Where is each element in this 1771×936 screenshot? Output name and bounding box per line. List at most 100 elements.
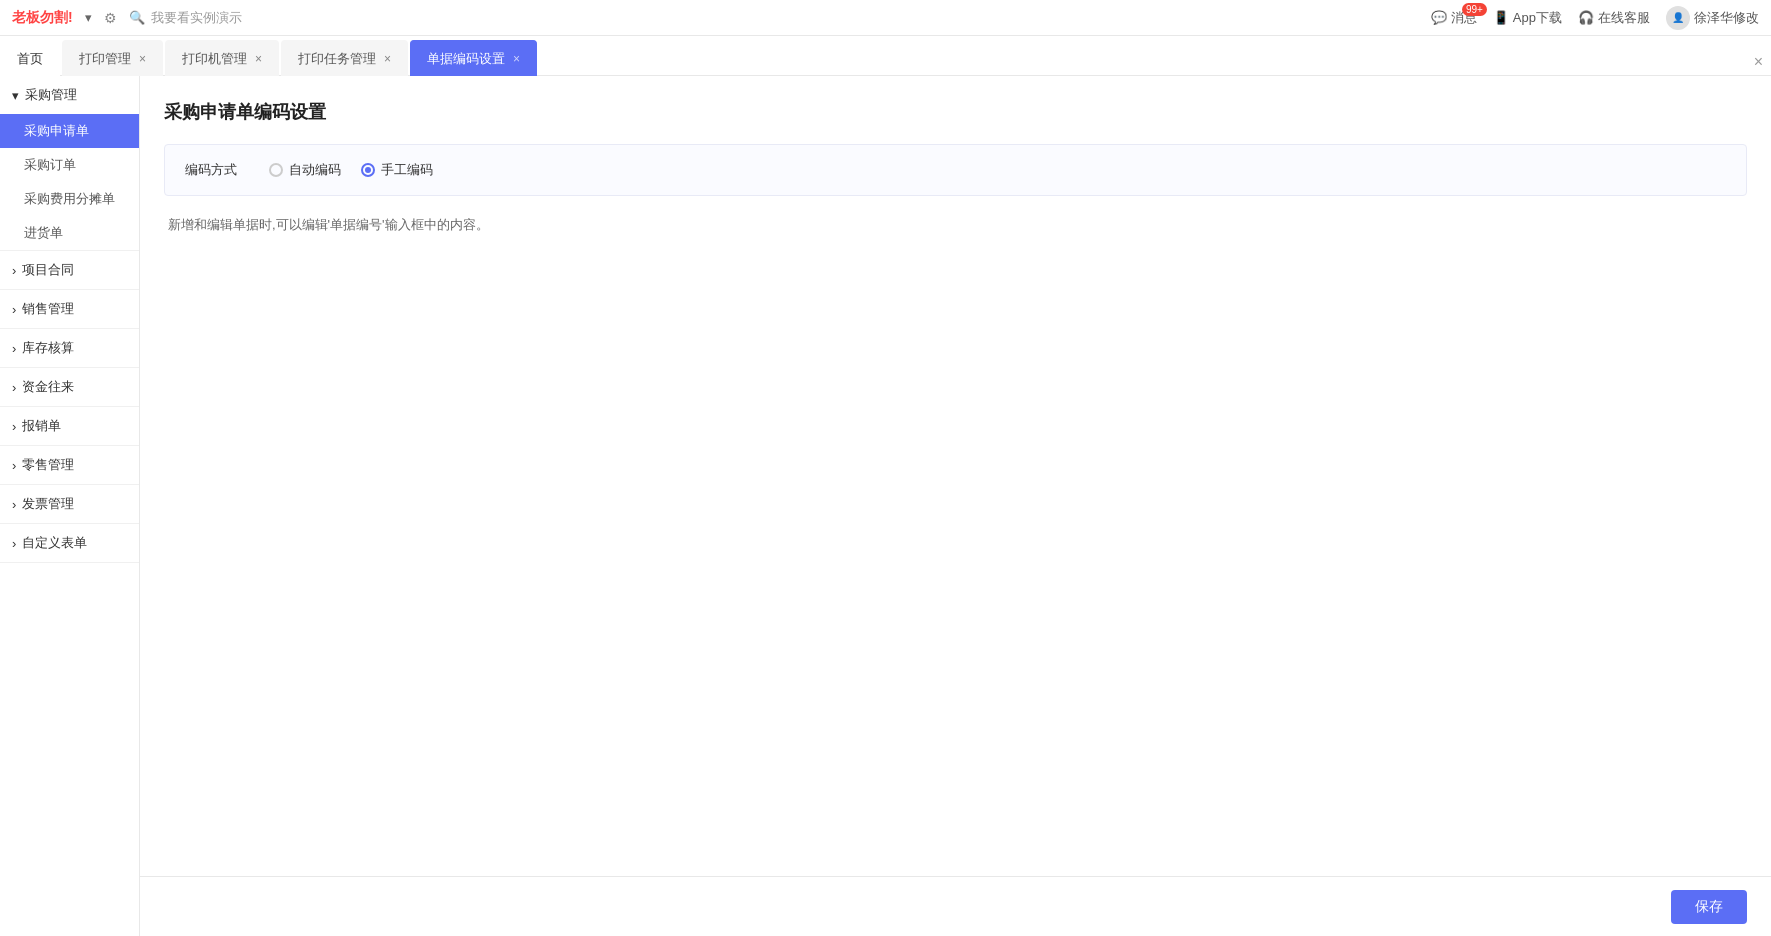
sidebar-group-returns: › 报销单 bbox=[0, 407, 139, 446]
radio-manual-circle bbox=[361, 163, 375, 177]
radio-auto-label: 自动编码 bbox=[289, 161, 341, 179]
radio-auto-circle bbox=[269, 163, 283, 177]
arrow-right-icon-inventory: › bbox=[12, 341, 16, 356]
sidebar-group-custom-form-title[interactable]: › 自定义表单 bbox=[0, 524, 139, 562]
search-hint[interactable]: 🔍 我要看实例演示 bbox=[129, 9, 242, 27]
message-badge: 99+ bbox=[1462, 3, 1487, 16]
message-button[interactable]: 💬 消息 99+ bbox=[1431, 9, 1477, 27]
sidebar-group-invoice: › 发票管理 bbox=[0, 485, 139, 524]
dropdown-toggle[interactable]: ▾ bbox=[85, 10, 92, 25]
sidebar-group-project: › 项目合同 bbox=[0, 251, 139, 290]
sidebar-group-invoice-title[interactable]: › 发票管理 bbox=[0, 485, 139, 523]
main-layout: ▾ 采购管理 采购申请单 采购订单 采购费用分摊单 进货单 › 项目合同 bbox=[0, 76, 1771, 936]
tab-close-print-task[interactable]: × bbox=[384, 52, 391, 66]
sidebar-group-sales: › 销售管理 bbox=[0, 290, 139, 329]
arrow-down-icon: ▾ bbox=[12, 88, 19, 103]
sidebar-group-custom-form-label: 自定义表单 bbox=[22, 534, 87, 552]
message-icon: 💬 bbox=[1431, 10, 1447, 25]
username: 徐泽华修改 bbox=[1694, 9, 1759, 27]
top-bar-left: 老板勿割! ▾ ⚙ 🔍 我要看实例演示 bbox=[12, 9, 242, 27]
search-text: 我要看实例演示 bbox=[151, 9, 242, 27]
sidebar-group-inventory: › 库存核算 bbox=[0, 329, 139, 368]
tab-printer-mgmt[interactable]: 打印机管理 × bbox=[165, 40, 279, 76]
app-download-button[interactable]: 📱 App下载 bbox=[1493, 9, 1562, 27]
radio-manual-label: 手工编码 bbox=[381, 161, 433, 179]
sidebar-group-returns-label: 报销单 bbox=[22, 417, 61, 435]
arrow-right-icon-capital: › bbox=[12, 380, 16, 395]
radio-group: 自动编码 手工编码 bbox=[269, 161, 433, 179]
content-footer: 保存 bbox=[140, 876, 1771, 936]
sidebar-group-retail-title[interactable]: › 零售管理 bbox=[0, 446, 139, 484]
encode-section: 编码方式 自动编码 手工编码 bbox=[164, 144, 1747, 196]
sidebar-group-sales-title[interactable]: › 销售管理 bbox=[0, 290, 139, 328]
sidebar-group-retail-label: 零售管理 bbox=[22, 456, 74, 474]
sidebar-group-project-title[interactable]: › 项目合同 bbox=[0, 251, 139, 289]
sidebar-item-purchase-request[interactable]: 采购申请单 bbox=[0, 114, 139, 148]
app-download-icon: 📱 bbox=[1493, 10, 1509, 25]
sidebar-item-purchase-order-label: 采购订单 bbox=[24, 157, 76, 172]
tab-close-single-code[interactable]: × bbox=[513, 52, 520, 66]
encode-label: 编码方式 bbox=[185, 161, 245, 179]
sidebar-item-incoming-label: 进货单 bbox=[24, 225, 63, 240]
page-title: 采购申请单编码设置 bbox=[164, 100, 1747, 124]
sidebar-group-capital: › 资金往来 bbox=[0, 368, 139, 407]
sidebar-group-returns-title[interactable]: › 报销单 bbox=[0, 407, 139, 445]
arrow-right-icon-sales: › bbox=[12, 302, 16, 317]
radio-auto[interactable]: 自动编码 bbox=[269, 161, 341, 179]
tab-home[interactable]: 首页 bbox=[0, 40, 60, 76]
arrow-right-icon-returns: › bbox=[12, 419, 16, 434]
sidebar-group-capital-title[interactable]: › 资金往来 bbox=[0, 368, 139, 406]
sidebar-group-sales-label: 销售管理 bbox=[22, 300, 74, 318]
tab-bar: 首页 打印管理 × 打印机管理 × 打印任务管理 × 单据编码设置 × × bbox=[0, 36, 1771, 76]
search-icon: 🔍 bbox=[129, 10, 145, 25]
arrow-right-icon-retail: › bbox=[12, 458, 16, 473]
sidebar-group-purchase: ▾ 采购管理 采购申请单 采购订单 采购费用分摊单 进货单 bbox=[0, 76, 139, 251]
tab-printer-mgmt-label: 打印机管理 bbox=[182, 50, 247, 68]
sidebar-group-purchase-title[interactable]: ▾ 采购管理 bbox=[0, 76, 139, 114]
arrow-right-icon-custom-form: › bbox=[12, 536, 16, 551]
tab-print-task-label: 打印任务管理 bbox=[298, 50, 376, 68]
sidebar-group-inventory-title[interactable]: › 库存核算 bbox=[0, 329, 139, 367]
tab-print-mgmt[interactable]: 打印管理 × bbox=[62, 40, 163, 76]
sidebar-group-project-label: 项目合同 bbox=[22, 261, 74, 279]
sidebar-group-purchase-label: 采购管理 bbox=[25, 86, 77, 104]
tab-close-print-mgmt[interactable]: × bbox=[139, 52, 146, 66]
tab-close-printer-mgmt[interactable]: × bbox=[255, 52, 262, 66]
hint-text: 新增和编辑单据时,可以编辑'单据编号'输入框中的内容。 bbox=[164, 216, 1747, 234]
sidebar-group-capital-label: 资金往来 bbox=[22, 378, 74, 396]
top-bar: 老板勿割! ▾ ⚙ 🔍 我要看实例演示 💬 消息 99+ 📱 App下载 🎧 在… bbox=[0, 0, 1771, 36]
sidebar-item-purchase-request-label: 采购申请单 bbox=[24, 123, 89, 138]
tab-home-label: 首页 bbox=[17, 50, 43, 68]
online-service-label: 在线客服 bbox=[1598, 9, 1650, 27]
sidebar-group-invoice-label: 发票管理 bbox=[22, 495, 74, 513]
user-profile[interactable]: 👤 徐泽华修改 bbox=[1666, 6, 1759, 30]
tab-print-mgmt-label: 打印管理 bbox=[79, 50, 131, 68]
sidebar-item-purchase-order[interactable]: 采购订单 bbox=[0, 148, 139, 182]
sidebar-item-purchase-expense-label: 采购费用分摊单 bbox=[24, 191, 115, 206]
sidebar-item-purchase-expense[interactable]: 采购费用分摊单 bbox=[0, 182, 139, 216]
encode-row: 编码方式 自动编码 手工编码 bbox=[185, 161, 1726, 179]
radio-manual[interactable]: 手工编码 bbox=[361, 161, 433, 179]
content-inner: 采购申请单编码设置 编码方式 自动编码 手工编码 bbox=[140, 76, 1771, 876]
settings-icon[interactable]: ⚙ bbox=[104, 10, 117, 26]
sidebar-group-custom-form: › 自定义表单 bbox=[0, 524, 139, 563]
tab-single-code[interactable]: 单据编码设置 × bbox=[410, 40, 537, 76]
content-area: 采购申请单编码设置 编码方式 自动编码 手工编码 bbox=[140, 76, 1771, 936]
arrow-right-icon-project: › bbox=[12, 263, 16, 278]
sidebar-group-retail: › 零售管理 bbox=[0, 446, 139, 485]
app-logo: 老板勿割! bbox=[12, 9, 73, 27]
top-bar-right: 💬 消息 99+ 📱 App下载 🎧 在线客服 👤 徐泽华修改 bbox=[1431, 6, 1759, 30]
page-close-button[interactable]: × bbox=[1746, 49, 1771, 75]
app-download-label: App下载 bbox=[1513, 9, 1562, 27]
headset-icon: 🎧 bbox=[1578, 10, 1594, 25]
sidebar-item-incoming[interactable]: 进货单 bbox=[0, 216, 139, 250]
sidebar-group-inventory-label: 库存核算 bbox=[22, 339, 74, 357]
arrow-right-icon-invoice: › bbox=[12, 497, 16, 512]
dropdown-arrow-icon: ▾ bbox=[85, 10, 92, 25]
avatar: 👤 bbox=[1666, 6, 1690, 30]
tab-print-task[interactable]: 打印任务管理 × bbox=[281, 40, 408, 76]
tab-single-code-label: 单据编码设置 bbox=[427, 50, 505, 68]
online-service-button[interactable]: 🎧 在线客服 bbox=[1578, 9, 1650, 27]
save-button[interactable]: 保存 bbox=[1671, 890, 1747, 924]
sidebar: ▾ 采购管理 采购申请单 采购订单 采购费用分摊单 进货单 › 项目合同 bbox=[0, 76, 140, 936]
